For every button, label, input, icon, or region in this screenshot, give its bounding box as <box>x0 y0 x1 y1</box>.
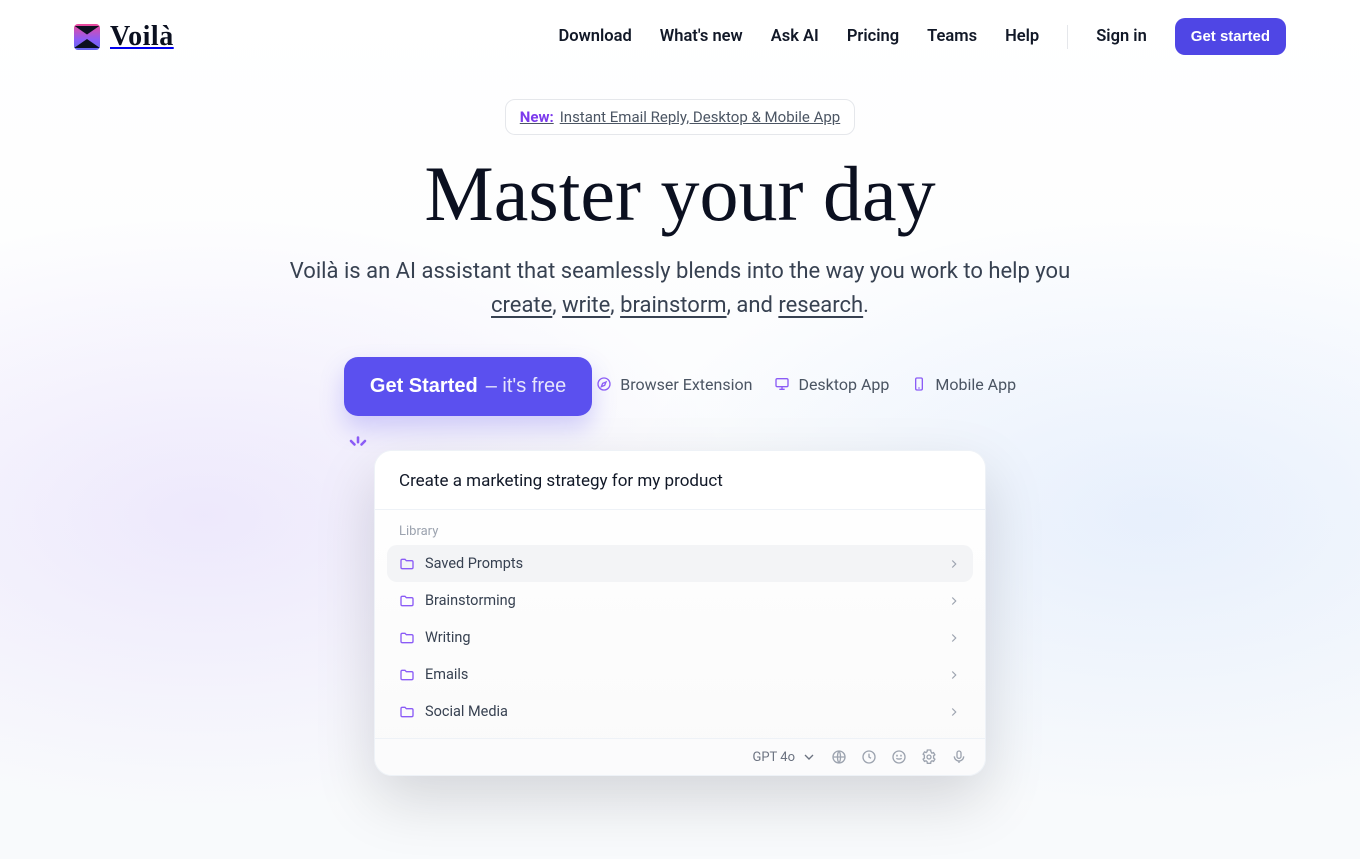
library-item-label: Emails <box>425 666 468 683</box>
nav-teams[interactable]: Teams <box>927 27 977 46</box>
primary-cta-button[interactable]: Get Started – it's free <box>344 357 592 416</box>
platform-browser[interactable]: Browser Extension <box>596 375 752 394</box>
app-mock-wrap: Create a marketing strategy for my produ… <box>350 450 1010 800</box>
library-item-emails[interactable]: Emails <box>387 656 973 693</box>
brand-logo-icon <box>74 24 100 50</box>
prompt-input[interactable]: Create a marketing strategy for my produ… <box>375 451 985 510</box>
page-title: Master your day <box>214 153 1146 235</box>
chevron-right-icon <box>947 631 961 645</box>
mic-icon[interactable] <box>951 749 967 765</box>
brand[interactable]: Voilà <box>74 21 174 53</box>
platform-mobile[interactable]: Mobile App <box>911 375 1016 394</box>
platform-desktop[interactable]: Desktop App <box>774 375 889 394</box>
section-label-library: Library <box>375 510 985 545</box>
library-item-label: Saved Prompts <box>425 555 523 572</box>
chevron-down-icon <box>801 749 817 765</box>
cta-main-label: Get Started <box>370 375 478 398</box>
spark-icon <box>344 434 372 462</box>
monitor-icon <box>774 376 790 392</box>
compass-icon <box>596 376 612 392</box>
mobile-icon <box>911 376 927 392</box>
clock-icon[interactable] <box>861 749 877 765</box>
nav-get-started-button[interactable]: Get started <box>1175 18 1286 55</box>
library-item-brainstorming[interactable]: Brainstorming <box>387 582 973 619</box>
chevron-right-icon <box>947 668 961 682</box>
badge-text: Instant Email Reply, Desktop & Mobile Ap… <box>560 108 841 126</box>
header: Voilà Download What's new Ask AI Pricing… <box>50 0 1310 55</box>
chevron-right-icon <box>947 557 961 571</box>
subtitle-pre: Voilà is an AI assistant that seamlessly… <box>290 259 1070 284</box>
globe-icon[interactable] <box>831 749 847 765</box>
subtitle-underline-brainstorm: brainstorm <box>620 293 726 318</box>
nav-divider <box>1067 25 1068 49</box>
badge-new-label: New: <box>520 108 554 126</box>
subtitle-underline-write: write <box>562 293 610 318</box>
nav-sign-in[interactable]: Sign in <box>1096 27 1147 46</box>
library-list: Saved Prompts Brainstorming Writing <box>375 545 985 738</box>
app-mock-footer-right: GPT 4o <box>752 749 967 765</box>
nav-ask-ai[interactable]: Ask AI <box>771 27 819 46</box>
nav-help[interactable]: Help <box>1005 27 1039 46</box>
subtitle-underline-research: research <box>778 293 863 318</box>
model-select[interactable]: GPT 4o <box>752 749 817 765</box>
library-item-saved-prompts[interactable]: Saved Prompts <box>387 545 973 582</box>
folder-icon <box>399 667 415 683</box>
cta-secondary-label: – it's free <box>486 375 567 398</box>
folder-icon <box>399 630 415 646</box>
app-mock-footer: GPT 4o <box>375 738 985 775</box>
page-subtitle: Voilà is an AI assistant that seamlessly… <box>270 255 1090 323</box>
whats-new-badge[interactable]: New: Instant Email Reply, Desktop & Mobi… <box>505 99 855 135</box>
subtitle-underline-create: create <box>491 293 552 318</box>
app-mock-window: Create a marketing strategy for my produ… <box>374 450 986 776</box>
folder-icon <box>399 593 415 609</box>
library-item-social-media[interactable]: Social Media <box>387 693 973 730</box>
hero: New: Instant Email Reply, Desktop & Mobi… <box>190 99 1170 416</box>
nav-download[interactable]: Download <box>558 27 631 46</box>
chevron-right-icon <box>947 594 961 608</box>
main-nav: Download What's new Ask AI Pricing Teams… <box>558 18 1286 55</box>
nav-pricing[interactable]: Pricing <box>847 27 899 46</box>
library-item-writing[interactable]: Writing <box>387 619 973 656</box>
library-item-label: Writing <box>425 629 471 646</box>
platform-row: Browser Extension Desktop App Mobile App <box>596 375 1016 394</box>
chevron-right-icon <box>947 705 961 719</box>
smile-icon[interactable] <box>891 749 907 765</box>
nav-whats-new[interactable]: What's new <box>660 27 743 46</box>
library-item-label: Social Media <box>425 703 508 720</box>
brand-name: Voilà <box>110 21 174 53</box>
folder-icon <box>399 556 415 572</box>
gear-icon[interactable] <box>921 749 937 765</box>
folder-icon <box>399 704 415 720</box>
library-item-label: Brainstorming <box>425 592 516 609</box>
model-label: GPT 4o <box>752 750 795 765</box>
